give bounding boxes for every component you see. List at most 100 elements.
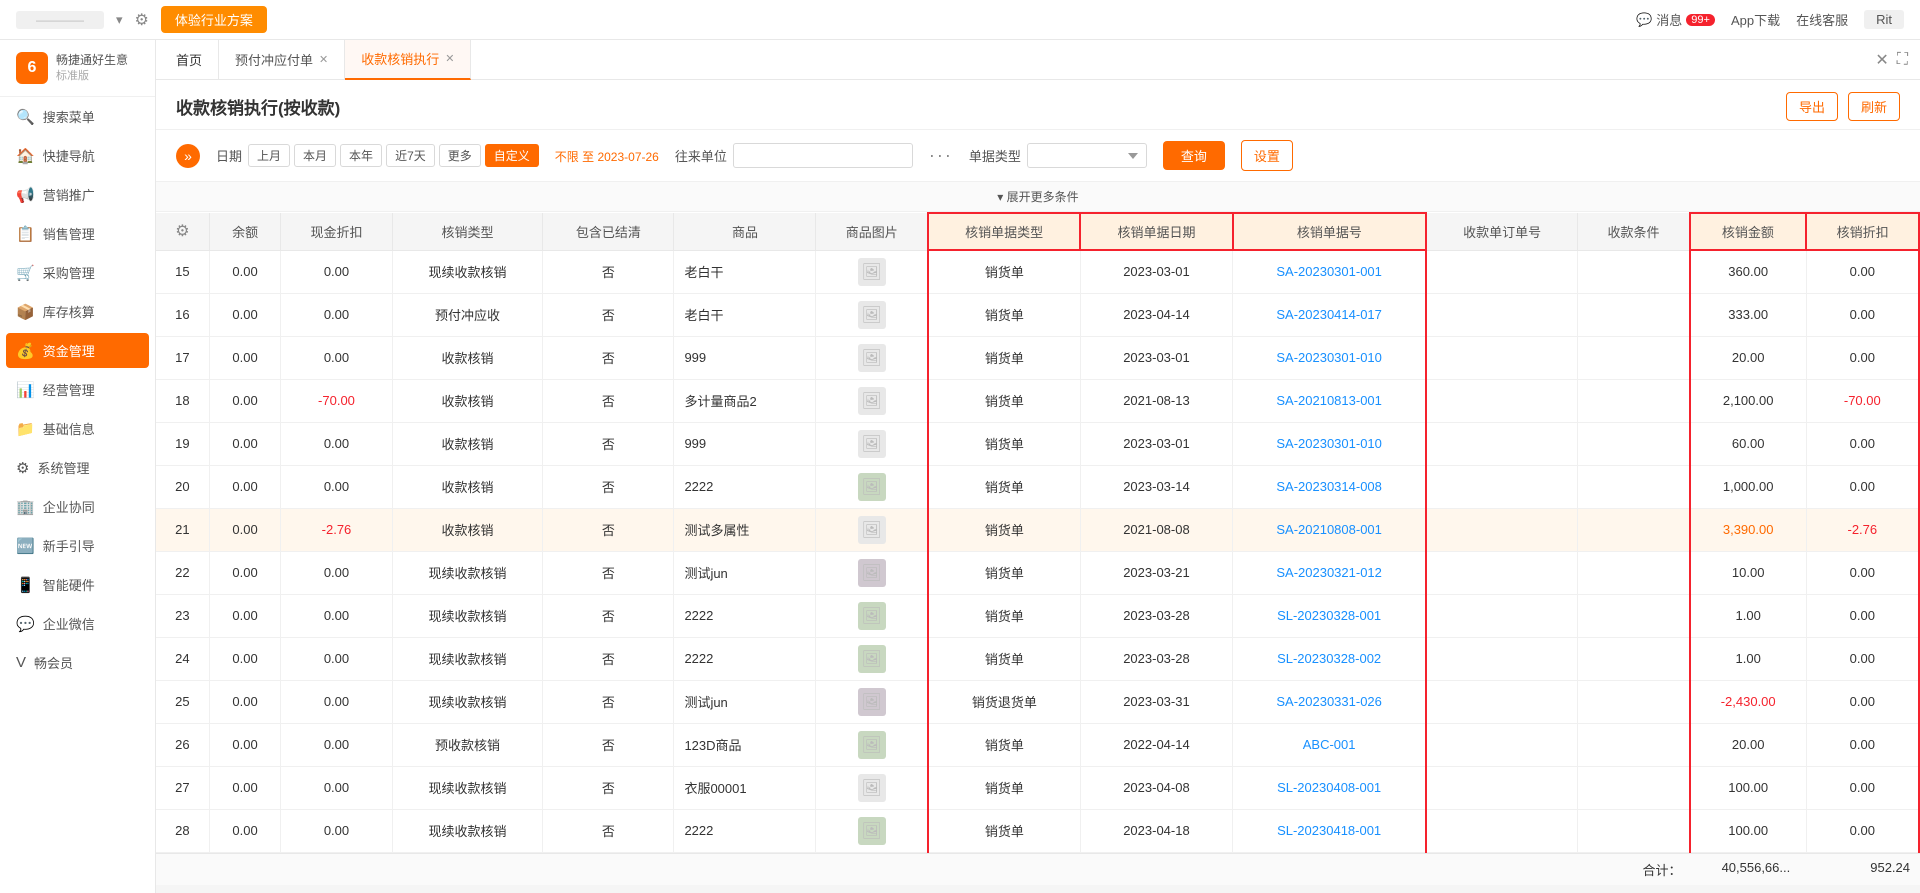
bill-number-link[interactable]: ABC-001 <box>1303 737 1356 752</box>
sidebar-item-search[interactable]: 🔍 搜索菜单 <box>0 97 155 136</box>
cell-product-img[interactable]: 🖼 <box>816 508 928 551</box>
date-btn-this-month[interactable]: 本月 <box>294 144 336 167</box>
cell-bill-number[interactable]: SA-20230331-026 <box>1233 680 1427 723</box>
product-image-placeholder[interactable]: 🖼 <box>858 774 886 802</box>
product-image[interactable]: 🖼 <box>858 602 886 630</box>
cell-product-img[interactable]: 🖼 <box>816 250 928 293</box>
column-settings-icon[interactable]: ⚙ <box>175 223 189 240</box>
date-btn-7days[interactable]: 近7天 <box>386 144 435 167</box>
dropdown-icon[interactable]: ▾ <box>116 12 123 28</box>
app-download[interactable]: App下载 <box>1731 10 1780 29</box>
sidebar-item-member[interactable]: V 畅会员 <box>0 643 155 682</box>
cell-bill-number[interactable]: SL-20230328-001 <box>1233 594 1427 637</box>
cell-bill-number[interactable]: SA-20210813-001 <box>1233 379 1427 422</box>
cell-bill-number[interactable]: SA-20230414-017 <box>1233 293 1427 336</box>
message-area[interactable]: 💬 消息 99+ <box>1636 10 1715 29</box>
sidebar-item-inventory[interactable]: 📦 库存核算 <box>0 292 155 331</box>
export-button[interactable]: 导出 <box>1786 92 1838 121</box>
cell-product-img[interactable]: 🖼 <box>816 809 928 852</box>
product-image-placeholder[interactable]: 🖼 <box>858 258 886 286</box>
cell-bill-number[interactable]: SA-20230301-001 <box>1233 250 1427 293</box>
filter-toggle-button[interactable]: » <box>176 144 200 168</box>
sidebar-item-marketing[interactable]: 📢 营销推广 <box>0 175 155 214</box>
sidebar-item-enterprise[interactable]: 🏢 企业协同 <box>0 487 155 526</box>
cell-product-img[interactable]: 🖼 <box>816 766 928 809</box>
tab-writeoff-close[interactable]: ✕ <box>445 52 454 65</box>
sidebar-item-sales[interactable]: 📋 销售管理 <box>0 214 155 253</box>
settings-icon[interactable]: ⚙ <box>135 10 149 30</box>
bill-number-link[interactable]: SA-20230414-017 <box>1276 307 1382 322</box>
tab-home[interactable]: 首页 <box>160 40 219 80</box>
product-image-placeholder[interactable]: 🖼 <box>858 301 886 329</box>
product-image-placeholder[interactable]: 🖼 <box>858 516 886 544</box>
tab-prepay-close[interactable]: ✕ <box>319 53 328 66</box>
sidebar-item-purchase[interactable]: 🛒 采购管理 <box>0 253 155 292</box>
refresh-button[interactable]: 刷新 <box>1848 92 1900 121</box>
user-name[interactable]: Rit <box>1864 10 1904 29</box>
product-image[interactable]: 🖼 <box>858 473 886 501</box>
online-service[interactable]: 在线客服 <box>1796 10 1848 29</box>
date-btn-last-month[interactable]: 上月 <box>248 144 290 167</box>
sidebar-item-basicinfo[interactable]: 📁 基础信息 <box>0 409 155 448</box>
product-image[interactable]: 🖼 <box>858 645 886 673</box>
sidebar-item-smarthw[interactable]: 📱 智能硬件 <box>0 565 155 604</box>
cell-product-img[interactable]: 🖼 <box>816 551 928 594</box>
product-image-placeholder[interactable]: 🖼 <box>858 430 886 458</box>
cell-product-img[interactable]: 🖼 <box>816 723 928 766</box>
query-button[interactable]: 查询 <box>1163 141 1225 170</box>
sidebar-item-quicknav[interactable]: 🏠 快捷导航 <box>0 136 155 175</box>
bill-number-link[interactable]: SA-20230301-010 <box>1276 436 1382 451</box>
cell-bill-number[interactable]: SL-20230408-001 <box>1233 766 1427 809</box>
bill-number-link[interactable]: SL-20230328-002 <box>1277 651 1381 666</box>
sidebar-item-system[interactable]: ⚙ 系统管理 <box>0 448 155 487</box>
product-image-placeholder[interactable]: 🖼 <box>858 344 886 372</box>
date-btn-custom[interactable]: 自定义 <box>485 144 539 167</box>
sidebar-item-guide[interactable]: 🆕 新手引导 <box>0 526 155 565</box>
date-btn-more[interactable]: 更多 <box>439 144 481 167</box>
bill-number-link[interactable]: SA-20230301-001 <box>1276 264 1382 279</box>
bill-number-link[interactable]: SA-20230321-012 <box>1276 565 1382 580</box>
cell-product-img[interactable]: 🖼 <box>816 465 928 508</box>
date-btn-this-year[interactable]: 本年 <box>340 144 382 167</box>
tab-prepay[interactable]: 预付冲应付单 ✕ <box>219 40 345 80</box>
tab-writeoff[interactable]: 收款核销执行 ✕ <box>345 40 471 80</box>
cell-bill-number[interactable]: SL-20230418-001 <box>1233 809 1427 852</box>
product-image-placeholder[interactable]: 🖼 <box>858 387 886 415</box>
cell-product-img[interactable]: 🖼 <box>816 594 928 637</box>
bill-number-link[interactable]: SA-20230314-008 <box>1276 479 1382 494</box>
maximize-icon[interactable]: ⛶ <box>1897 51 1908 69</box>
source-input[interactable] <box>733 143 913 168</box>
bill-number-link[interactable]: SL-20230328-001 <box>1277 608 1381 623</box>
settings-button[interactable]: 设置 <box>1241 140 1293 171</box>
bill-type-select[interactable] <box>1027 143 1147 168</box>
bill-number-link[interactable]: SA-20230331-026 <box>1276 694 1382 709</box>
cell-bill-number[interactable]: SA-20230301-010 <box>1233 336 1427 379</box>
cell-bill-number[interactable]: SA-20210808-001 <box>1233 508 1427 551</box>
cell-bill-number[interactable]: ABC-001 <box>1233 723 1427 766</box>
bill-number-link[interactable]: SA-20210808-001 <box>1276 522 1382 537</box>
cell-product-img[interactable]: 🖼 <box>816 336 928 379</box>
cell-product-img[interactable]: 🖼 <box>816 379 928 422</box>
product-image[interactable]: 🖼 <box>858 817 886 845</box>
sidebar-item-operations[interactable]: 📊 经营管理 <box>0 370 155 409</box>
close-tab-icon[interactable]: ✕ <box>1875 50 1888 70</box>
cell-bill-number[interactable]: SA-20230301-010 <box>1233 422 1427 465</box>
sidebar-item-wechat[interactable]: 💬 企业微信 <box>0 604 155 643</box>
cell-product-img[interactable]: 🖼 <box>816 422 928 465</box>
cell-bill-number[interactable]: SA-20230321-012 <box>1233 551 1427 594</box>
cell-bill-number[interactable]: SL-20230328-002 <box>1233 637 1427 680</box>
cell-product-img[interactable]: 🖼 <box>816 680 928 723</box>
expand-more-bar[interactable]: ▾ 展开更多条件 <box>156 182 1920 212</box>
bill-number-link[interactable]: SA-20230301-010 <box>1276 350 1382 365</box>
cell-product-img[interactable]: 🖼 <box>816 637 928 680</box>
bill-number-link[interactable]: SL-20230408-001 <box>1277 780 1381 795</box>
sidebar-item-finance[interactable]: 💰 资金管理 <box>6 333 149 368</box>
product-image[interactable]: 🖼 <box>858 559 886 587</box>
cell-product-img[interactable]: 🖼 <box>816 293 928 336</box>
th-settings[interactable]: ⚙ <box>156 213 209 250</box>
bill-number-link[interactable]: SA-20210813-001 <box>1276 393 1382 408</box>
product-image[interactable]: 🖼 <box>858 731 886 759</box>
cell-bill-number[interactable]: SA-20230314-008 <box>1233 465 1427 508</box>
product-image[interactable]: 🖼 <box>858 688 886 716</box>
solution-button[interactable]: 体验行业方案 <box>161 6 267 33</box>
